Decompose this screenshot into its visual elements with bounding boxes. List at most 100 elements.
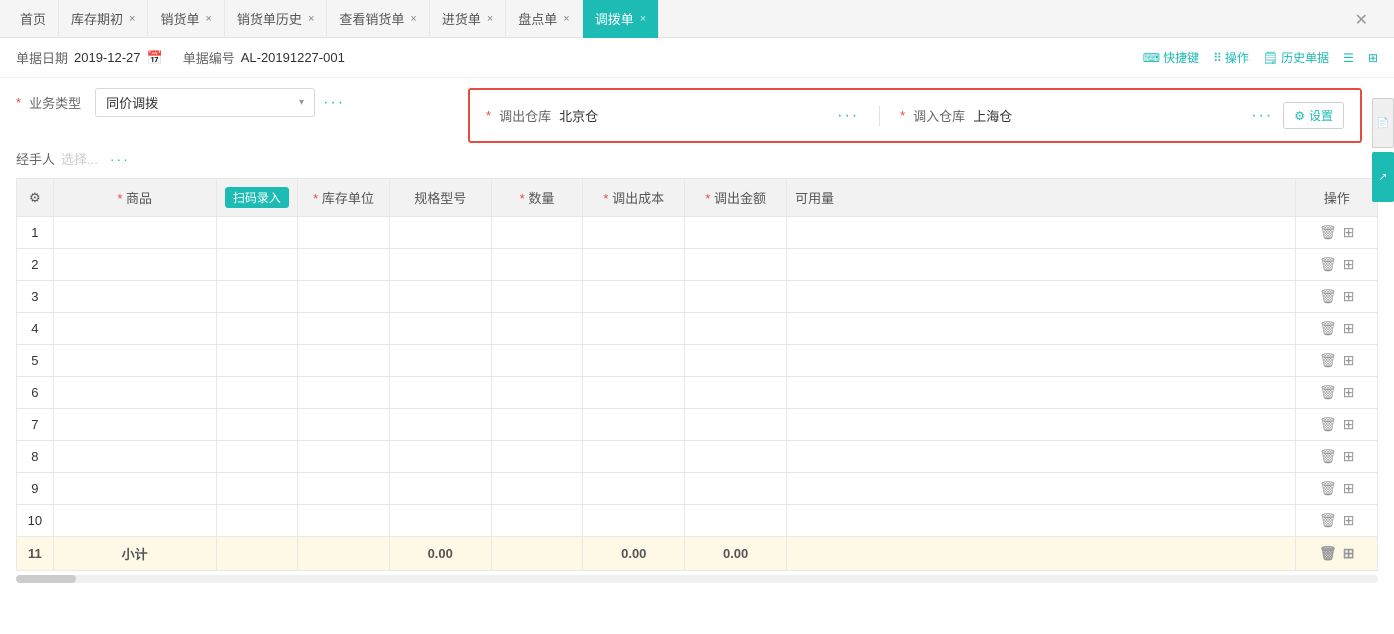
cell-spec[interactable] <box>298 377 390 409</box>
cell-product[interactable] <box>53 313 216 345</box>
cell-spec[interactable] <box>298 473 390 505</box>
tab-sales-order-close[interactable]: × <box>205 13 211 25</box>
copy-icon[interactable]: ⊞ <box>1343 480 1355 497</box>
delete-icon[interactable]: 🗑 <box>1319 448 1337 465</box>
delete-icon[interactable]: 🗑 <box>1319 352 1337 369</box>
copy-icon[interactable]: ⊞ <box>1343 256 1355 273</box>
cell-unit[interactable] <box>216 313 297 345</box>
cell-unit[interactable] <box>216 441 297 473</box>
window-close-button[interactable]: ✕ <box>1355 10 1368 30</box>
in-warehouse-more-button[interactable]: ··· <box>1251 107 1273 125</box>
copy-icon[interactable]: ⊞ <box>1343 320 1355 337</box>
delete-icon[interactable]: 🗑 <box>1319 256 1337 273</box>
delete-icon[interactable]: 🗑 <box>1319 288 1337 305</box>
tab-transfer[interactable]: 调拨单 × <box>583 0 659 38</box>
cell-spec[interactable] <box>298 281 390 313</box>
copy-icon[interactable]: ⊞ <box>1343 512 1355 529</box>
copy-icon[interactable]: ⊞ <box>1343 416 1355 433</box>
copy-icon[interactable]: ⊞ <box>1343 288 1355 305</box>
sidebar-doc-button[interactable]: 📄 <box>1372 98 1394 148</box>
copy-icon[interactable]: ⊞ <box>1343 224 1355 241</box>
cell-qty[interactable] <box>389 217 491 249</box>
delete-icon[interactable]: 🗑 <box>1319 545 1337 562</box>
cell-spec[interactable] <box>298 505 390 537</box>
cell-unit[interactable] <box>216 473 297 505</box>
cell-available[interactable] <box>685 409 787 441</box>
copy-icon[interactable]: ⊞ <box>1343 352 1355 369</box>
scan-button[interactable]: 扫码录入 <box>225 187 289 208</box>
cell-cost[interactable] <box>491 441 583 473</box>
cell-amount[interactable] <box>583 377 685 409</box>
scrollbar-thumb[interactable] <box>16 575 76 583</box>
cell-unit[interactable] <box>216 345 297 377</box>
delete-icon[interactable]: 🗑 <box>1319 416 1337 433</box>
cell-amount[interactable] <box>583 249 685 281</box>
col-settings[interactable]: ⚙ <box>17 179 54 217</box>
delete-icon[interactable]: 🗑 <box>1319 384 1337 401</box>
cell-qty[interactable] <box>389 441 491 473</box>
business-type-more-button[interactable]: ··· <box>323 94 345 112</box>
business-type-select[interactable]: 同价调拨 ▾ <box>95 88 315 117</box>
cell-unit[interactable] <box>216 217 297 249</box>
cell-qty[interactable] <box>389 281 491 313</box>
cell-qty[interactable] <box>389 505 491 537</box>
cell-qty[interactable] <box>389 249 491 281</box>
cell-product[interactable] <box>53 281 216 313</box>
cell-amount[interactable] <box>583 281 685 313</box>
cell-available[interactable] <box>685 377 787 409</box>
cell-product[interactable] <box>53 505 216 537</box>
cell-product[interactable] <box>53 441 216 473</box>
cell-amount[interactable] <box>583 441 685 473</box>
cell-product[interactable] <box>53 217 216 249</box>
tab-home[interactable]: 首页 <box>8 0 59 38</box>
person-more-button[interactable]: ··· <box>110 151 130 167</box>
cell-unit[interactable] <box>216 505 297 537</box>
cell-product[interactable] <box>53 473 216 505</box>
cell-amount[interactable] <box>583 217 685 249</box>
cell-available[interactable] <box>685 281 787 313</box>
cell-product[interactable] <box>53 377 216 409</box>
cell-amount[interactable] <box>583 473 685 505</box>
cell-cost[interactable] <box>491 249 583 281</box>
cell-spec[interactable] <box>298 313 390 345</box>
tab-stocktake[interactable]: 盘点单 × <box>506 0 582 38</box>
cell-unit[interactable] <box>216 409 297 441</box>
cell-qty[interactable] <box>389 345 491 377</box>
cell-unit[interactable] <box>216 377 297 409</box>
tab-purchase-close[interactable]: × <box>487 13 493 25</box>
cell-cost[interactable] <box>491 217 583 249</box>
out-warehouse-more-button[interactable]: ··· <box>837 107 859 125</box>
delete-icon[interactable]: 🗑 <box>1319 480 1337 497</box>
cell-available[interactable] <box>685 313 787 345</box>
cell-qty[interactable] <box>389 377 491 409</box>
tab-sales-history[interactable]: 销货单历史 × <box>225 0 327 38</box>
delete-icon[interactable]: 🗑 <box>1319 320 1337 337</box>
cell-product[interactable] <box>53 345 216 377</box>
delete-icon[interactable]: 🗑 <box>1319 224 1337 241</box>
cell-available[interactable] <box>685 217 787 249</box>
cell-available[interactable] <box>685 473 787 505</box>
cell-cost[interactable] <box>491 409 583 441</box>
history-button[interactable]: 🗒 历史单据 <box>1263 49 1329 66</box>
cell-cost[interactable] <box>491 377 583 409</box>
cell-product[interactable] <box>53 249 216 281</box>
horizontal-scrollbar[interactable] <box>16 575 1378 583</box>
cell-spec[interactable] <box>298 217 390 249</box>
cell-product[interactable] <box>53 409 216 441</box>
cell-available[interactable] <box>685 249 787 281</box>
tab-transfer-close[interactable]: × <box>640 13 646 25</box>
cell-unit[interactable] <box>216 281 297 313</box>
cell-qty[interactable] <box>389 409 491 441</box>
cell-cost[interactable] <box>491 505 583 537</box>
delete-icon[interactable]: 🗑 <box>1319 512 1337 529</box>
cell-amount[interactable] <box>583 345 685 377</box>
cell-available[interactable] <box>685 345 787 377</box>
tab-inventory-init[interactable]: 库存期初 × <box>59 0 148 38</box>
tab-sales-order[interactable]: 销货单 × <box>148 0 224 38</box>
copy-icon[interactable]: ⊞ <box>1343 384 1355 401</box>
cell-qty[interactable] <box>389 473 491 505</box>
copy-icon[interactable]: ⊞ <box>1343 448 1355 465</box>
cell-available[interactable] <box>685 441 787 473</box>
cell-amount[interactable] <box>583 505 685 537</box>
operate-button[interactable]: ⠿ 操作 <box>1213 49 1249 66</box>
